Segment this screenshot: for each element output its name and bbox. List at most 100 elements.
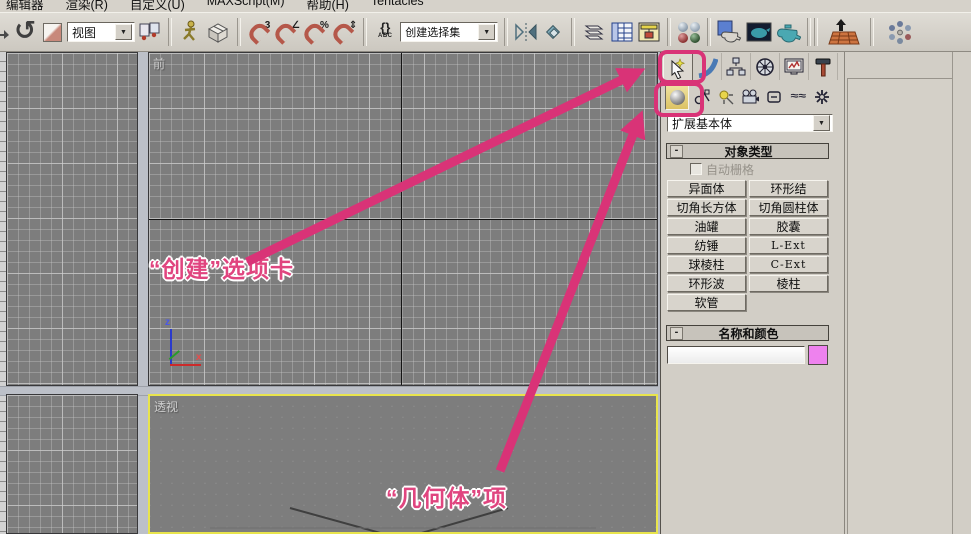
category-systems[interactable]: [811, 85, 833, 109]
walkthrough-button[interactable]: [178, 17, 202, 47]
named-selection-sets-button[interactable]: {} ABC: [373, 17, 397, 47]
render-teapot-icon: [777, 24, 802, 43]
toolbar-separator: [667, 18, 672, 46]
toolbar-separator: [814, 18, 819, 46]
layers-button[interactable]: [581, 17, 607, 47]
menu-item-tentacles[interactable]: Tentacles: [371, 0, 424, 12]
button-capsule[interactable]: 胶囊: [749, 218, 828, 235]
axis-x-label: x: [196, 352, 202, 363]
align-button[interactable]: [541, 17, 565, 47]
tab-hierarchy[interactable]: [722, 53, 751, 80]
toolbar-separator: [807, 18, 812, 46]
autogrid-checkbox[interactable]: [690, 163, 702, 175]
lights-icon: [719, 90, 734, 105]
package-button[interactable]: [205, 17, 231, 47]
tab-motion[interactable]: [751, 53, 780, 80]
toolbar-separator: [870, 18, 875, 46]
button-hedra[interactable]: 异面体: [667, 180, 746, 197]
category-space-warps[interactable]: ≈≈: [787, 85, 809, 109]
create-tab-annotation: “创建”选项卡: [149, 256, 294, 282]
button-torus-knot[interactable]: 环形结: [749, 180, 828, 197]
viewport-top-left[interactable]: [6, 52, 138, 386]
category-cameras[interactable]: [739, 85, 761, 109]
menu-item-customize[interactable]: 自定义(U): [130, 0, 185, 12]
array-cluster-button[interactable]: [880, 17, 920, 47]
render-button[interactable]: [775, 17, 802, 47]
hierarchy-icon: [726, 57, 746, 75]
collapse-icon[interactable]: -: [670, 144, 683, 158]
viewport-front[interactable]: 前 z x: [148, 52, 658, 386]
spinner-snap-button[interactable]: ⇕: [329, 17, 357, 47]
button-spindle[interactable]: 纺锤: [667, 237, 746, 254]
view-combo[interactable]: 视图 ▼: [67, 17, 135, 47]
panel-right-edge: [952, 52, 953, 534]
create-tab-highlight-box: [658, 50, 706, 84]
button-hose[interactable]: 软管: [667, 294, 746, 311]
link-flyout-icon[interactable]: [0, 17, 10, 47]
primitive-category-arrow-icon[interactable]: ▼: [813, 115, 830, 131]
axis-z-label: z: [165, 317, 170, 328]
button-prism[interactable]: 棱柱: [749, 275, 828, 292]
object-type-buttons: 异面体 环形结 切角长方体 切角圆柱体 油罐 胶囊 纺锤 L-Ext 球棱柱 C…: [666, 177, 829, 311]
viewport-vertical-splitter[interactable]: [138, 52, 148, 534]
button-chamferbox[interactable]: 切角长方体: [667, 199, 746, 216]
button-c-ext[interactable]: C-Ext: [749, 256, 828, 273]
category-helpers[interactable]: [763, 85, 785, 109]
toolbar-separator: [237, 18, 241, 46]
menu-item-help[interactable]: 帮助(H): [307, 0, 349, 12]
object-type-title: 对象类型: [724, 144, 773, 159]
material-editor-icon: [677, 21, 701, 43]
mirror-button[interactable]: [514, 17, 538, 47]
motion-wheel-icon: [756, 57, 774, 76]
command-panel: ≈≈ 扩展基本体 ▼ - 对象类型 自动栅格 异面体 环形结 切角长方体 切角圆…: [660, 52, 971, 534]
undo-button[interactable]: ↺: [13, 17, 37, 47]
button-oiltank[interactable]: 油罐: [667, 218, 746, 235]
toolbar-separator: [363, 18, 368, 46]
selection-set-combo[interactable]: 创建选择集 ▼: [400, 17, 499, 47]
percent-snap-button[interactable]: %: [300, 17, 329, 47]
snap-toggle-button[interactable]: 3: [245, 17, 271, 47]
name-color-rollout-header[interactable]: - 名称和颜色: [666, 325, 829, 341]
curve-editor-button[interactable]: [610, 17, 634, 47]
mirror-icon: [515, 23, 537, 41]
tab-display[interactable]: [780, 53, 809, 80]
menu-item-rendering[interactable]: 渲染(R): [66, 0, 108, 12]
curve-editor-icon: [611, 22, 633, 42]
name-color-rollout: - 名称和颜色: [666, 325, 829, 365]
object-name-input[interactable]: [667, 346, 805, 364]
schematic-view-icon: [638, 22, 660, 42]
object-type-rollout-header[interactable]: - 对象类型: [666, 143, 829, 159]
collapse-icon[interactable]: -: [670, 326, 683, 340]
viewport-perspective[interactable]: 透视: [148, 394, 658, 534]
toolbar-separator: [707, 18, 712, 46]
menu-item-maxscript[interactable]: MAXScript(M): [207, 0, 285, 12]
viewport-front-label[interactable]: 前: [153, 55, 165, 72]
graphite-tools-button[interactable]: [824, 17, 864, 47]
button-l-ext[interactable]: L-Ext: [749, 237, 828, 254]
angle-snap-button[interactable]: ∠: [271, 17, 300, 47]
category-lights[interactable]: [715, 85, 737, 109]
rendered-frame-icon: [746, 22, 772, 42]
select-region-icon: [42, 22, 62, 42]
graphite-grid-icon: [828, 19, 860, 45]
tab-utilities[interactable]: [809, 53, 838, 80]
view-combo-arrow-icon[interactable]: ▼: [115, 24, 132, 40]
menu-item-editors[interactable]: 编辑器: [6, 0, 44, 12]
button-gengon[interactable]: 球棱柱: [667, 256, 746, 273]
viewport-bottom-left[interactable]: [6, 394, 138, 534]
render-setup-button[interactable]: [717, 17, 743, 47]
object-color-swatch[interactable]: [808, 345, 828, 365]
autogrid-label: 自动栅格: [706, 162, 755, 177]
manage-links-button[interactable]: [138, 17, 162, 47]
select-region-button[interactable]: [40, 17, 64, 47]
undo-icon: ↺: [14, 15, 36, 45]
toolbar-separator: [504, 18, 509, 46]
viewport-area: 前 z x 透视: [0, 52, 660, 534]
button-ringwave[interactable]: 环形波: [667, 275, 746, 292]
selection-set-arrow-icon[interactable]: ▼: [478, 24, 496, 40]
schematic-view-button[interactable]: [637, 17, 661, 47]
toolbar-separator: [571, 18, 576, 46]
rendered-frame-button[interactable]: [746, 17, 772, 47]
material-editor-button[interactable]: [677, 17, 701, 47]
button-chamfercyl[interactable]: 切角圆柱体: [749, 199, 828, 216]
